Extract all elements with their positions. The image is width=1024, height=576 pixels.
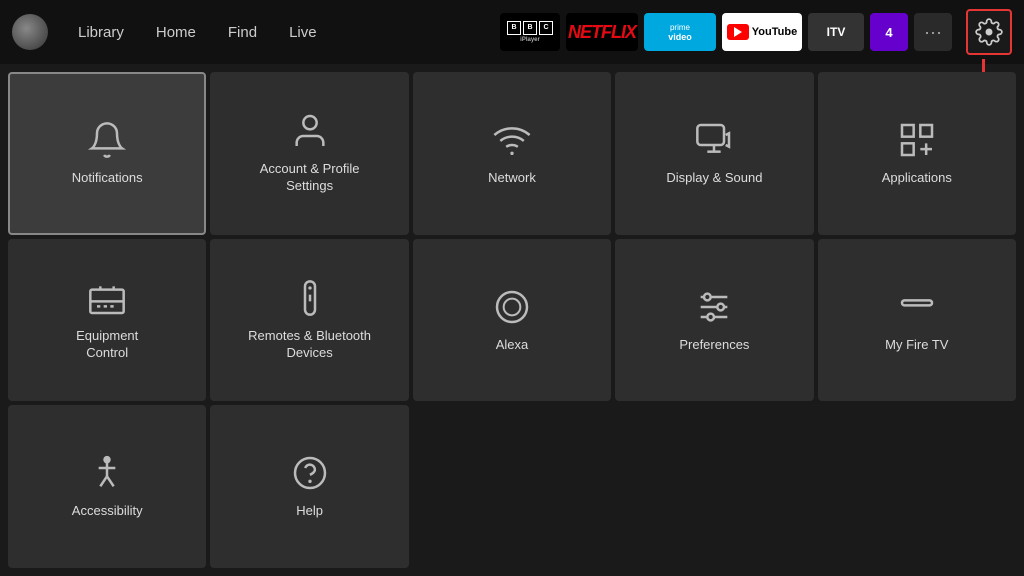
- alexa-label: Alexa: [496, 337, 529, 354]
- app-prime-video[interactable]: prime video: [644, 13, 716, 51]
- settings-network[interactable]: Network: [413, 72, 611, 235]
- display-sound-icon: [694, 120, 734, 160]
- settings-button[interactable]: [966, 9, 1012, 55]
- notifications-label: Notifications: [72, 170, 143, 187]
- gear-icon: [975, 18, 1003, 46]
- help-icon: [290, 453, 330, 493]
- wifi-icon: [492, 120, 532, 160]
- youtube-logo-icon: [727, 24, 749, 40]
- settings-alexa[interactable]: Alexa: [413, 239, 611, 402]
- person-icon: [290, 111, 330, 151]
- applications-label: Applications: [882, 170, 952, 187]
- equipment-control-label: Equipment Control: [76, 328, 138, 362]
- settings-notifications[interactable]: Notifications: [8, 72, 206, 235]
- settings-display-sound[interactable]: Display & Sound: [615, 72, 813, 235]
- applications-icon: [897, 120, 937, 160]
- settings-preferences[interactable]: Preferences: [615, 239, 813, 402]
- settings-my-fire-tv[interactable]: My Fire TV: [818, 239, 1016, 402]
- display-sound-label: Display & Sound: [666, 170, 762, 187]
- sliders-icon: [694, 287, 734, 327]
- avatar[interactable]: [12, 14, 48, 50]
- settings-applications[interactable]: Applications: [818, 72, 1016, 235]
- nav-find[interactable]: Find: [214, 18, 271, 47]
- app-shortcuts: BBC iPlayer NETFLIX prime video YouTube …: [500, 13, 952, 51]
- tv-icon: [87, 278, 127, 318]
- bell-icon: [87, 120, 127, 160]
- settings-remotes-bluetooth[interactable]: Remotes & Bluetooth Devices: [210, 239, 408, 402]
- preferences-label: Preferences: [679, 337, 749, 354]
- nav-links: Library Home Find Live: [64, 18, 331, 47]
- alexa-icon: [492, 287, 532, 327]
- settings-grid: Notifications Account & Profile Settings…: [0, 64, 1024, 576]
- settings-equipment-control[interactable]: Equipment Control: [8, 239, 206, 402]
- help-label: Help: [296, 503, 323, 520]
- settings-help[interactable]: Help: [210, 405, 408, 568]
- remotes-bluetooth-label: Remotes & Bluetooth Devices: [248, 328, 371, 362]
- remote-icon: [290, 278, 330, 318]
- app-channel4[interactable]: 4: [870, 13, 908, 51]
- settings-account-profile[interactable]: Account & Profile Settings: [210, 72, 408, 235]
- fire-tv-icon: [897, 287, 937, 327]
- my-fire-tv-label: My Fire TV: [885, 337, 948, 354]
- top-navigation: Library Home Find Live BBC iPlayer NETFL…: [0, 0, 1024, 64]
- settings-accessibility[interactable]: Accessibility: [8, 405, 206, 568]
- app-youtube[interactable]: YouTube: [722, 13, 802, 51]
- app-netflix[interactable]: NETFLIX: [566, 13, 638, 51]
- youtube-play-icon: [734, 27, 742, 37]
- nav-library[interactable]: Library: [64, 18, 138, 47]
- accessibility-label: Accessibility: [72, 503, 143, 520]
- network-label: Network: [488, 170, 536, 187]
- app-itv[interactable]: ITV: [808, 13, 864, 51]
- app-more-button[interactable]: ···: [914, 13, 952, 51]
- app-bbc-iplayer[interactable]: BBC iPlayer: [500, 13, 560, 51]
- nav-home[interactable]: Home: [142, 18, 210, 47]
- account-profile-label: Account & Profile Settings: [260, 161, 360, 195]
- accessibility-icon: [87, 453, 127, 493]
- nav-live[interactable]: Live: [275, 18, 331, 47]
